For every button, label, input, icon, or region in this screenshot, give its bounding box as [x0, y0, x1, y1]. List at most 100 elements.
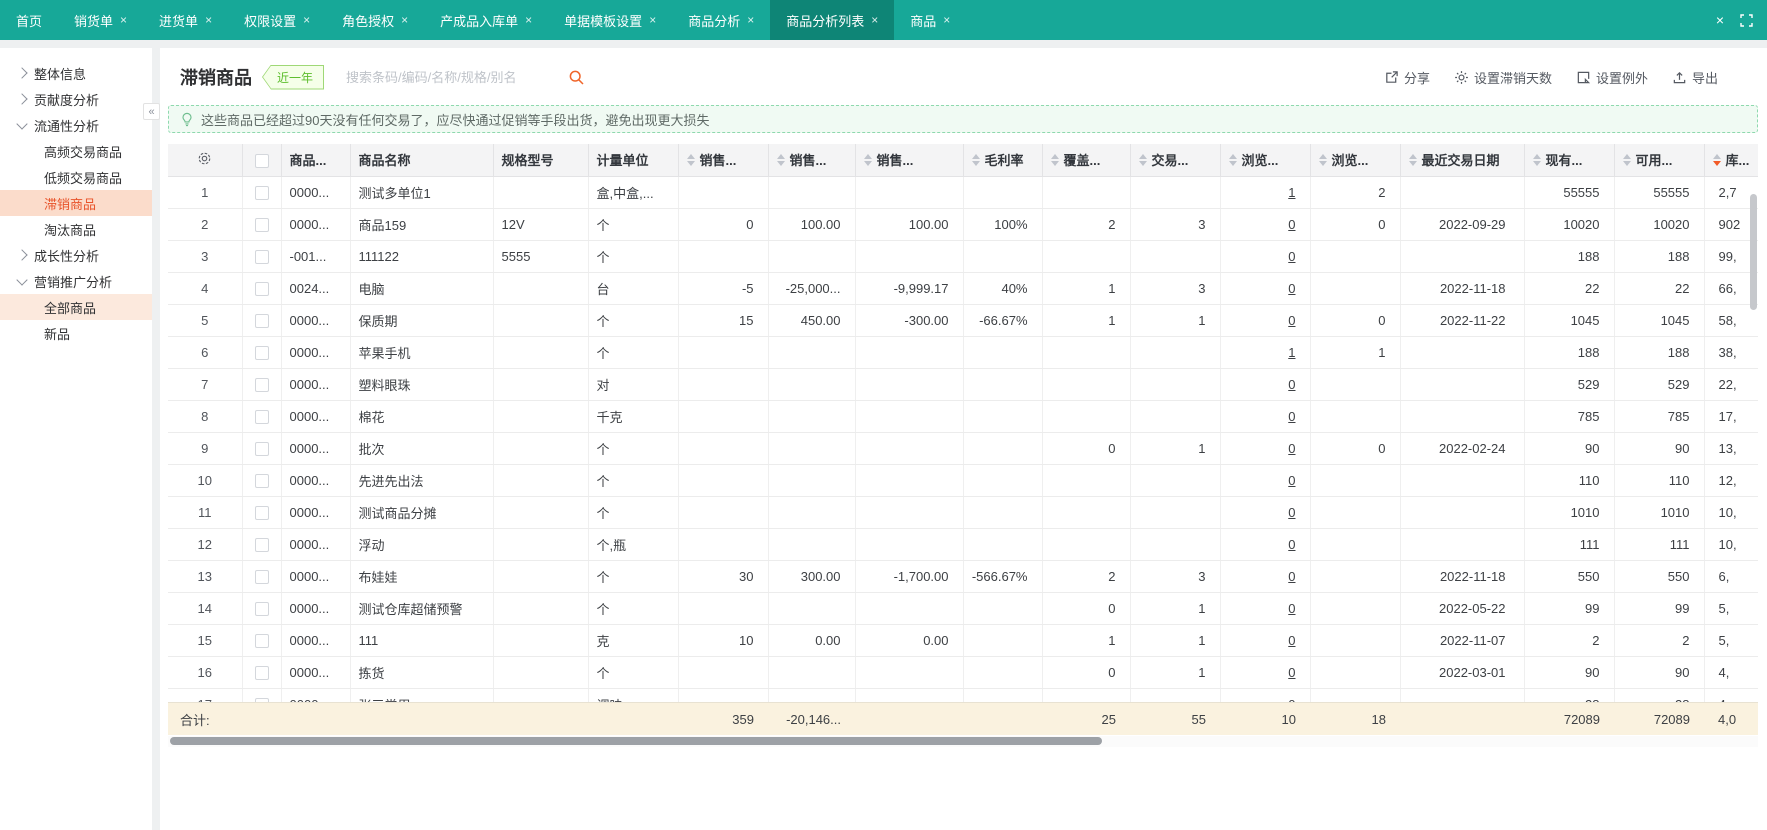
tab-close-icon[interactable]: × — [871, 13, 878, 27]
table-settings-header[interactable] — [168, 144, 243, 177]
row-checkbox[interactable] — [254, 153, 269, 168]
row-checkbox[interactable] — [254, 569, 269, 584]
views-link[interactable]: 0 — [1288, 281, 1295, 296]
search-input[interactable] — [346, 69, 565, 85]
row-checkbox[interactable] — [254, 377, 269, 392]
views-link[interactable]: 0 — [1288, 313, 1295, 328]
fullscreen-icon[interactable] — [1740, 13, 1753, 27]
row-checkbox[interactable] — [254, 505, 269, 520]
row-checkbox[interactable] — [254, 409, 269, 424]
sidebar-item[interactable]: 贡献度分析 — [0, 86, 152, 112]
column-header[interactable]: 浏览... — [1310, 144, 1401, 177]
sidebar-item[interactable]: 滞销商品 — [0, 190, 152, 216]
nav-tab[interactable]: 首页 — [0, 0, 58, 40]
views-link[interactable]: 0 — [1288, 505, 1295, 520]
sort-carets[interactable] — [1408, 153, 1417, 166]
sort-carets[interactable] — [1138, 153, 1147, 166]
sidebar-item[interactable]: 新品 — [0, 320, 152, 346]
share-button[interactable]: 分享 — [1384, 68, 1430, 87]
close-icon[interactable]: × — [1716, 13, 1724, 27]
horizontal-scrollbar-thumb[interactable] — [170, 737, 1102, 745]
tab-close-icon[interactable]: × — [205, 13, 212, 27]
column-header[interactable]: 毛利率 — [963, 144, 1043, 177]
vertical-scrollbar[interactable] — [1750, 194, 1757, 310]
column-header[interactable]: 销售... — [855, 144, 964, 177]
row-checkbox[interactable] — [254, 665, 269, 680]
tab-close-icon[interactable]: × — [120, 13, 127, 27]
sidebar-item[interactable]: 流通性分析 — [0, 112, 152, 138]
views-link[interactable]: 0 — [1288, 697, 1295, 703]
sidebar-item[interactable]: 成长性分析 — [0, 242, 152, 268]
column-header[interactable]: 最近交易日期 — [1400, 144, 1525, 177]
column-header[interactable]: 可用... — [1614, 144, 1705, 177]
set-stagnant-days-button[interactable]: 设置滞销天数 — [1454, 68, 1552, 87]
sidebar-item[interactable]: 全部商品 — [0, 294, 152, 320]
sidebar-collapse-button[interactable]: « — [143, 103, 160, 120]
sort-carets[interactable] — [1712, 153, 1721, 166]
column-header[interactable]: 覆盖... — [1042, 144, 1131, 177]
row-checkbox[interactable] — [254, 313, 269, 328]
views-link[interactable]: 0 — [1288, 249, 1295, 264]
tab-close-icon[interactable]: × — [649, 13, 656, 27]
row-checkbox[interactable] — [254, 697, 269, 702]
nav-tab[interactable]: 角色授权 × — [326, 0, 424, 40]
sidebar-item[interactable]: 营销推广分析 — [0, 268, 152, 294]
views-link[interactable]: 0 — [1288, 665, 1295, 680]
tab-close-icon[interactable]: × — [943, 13, 950, 27]
column-header[interactable]: 现有... — [1524, 144, 1615, 177]
nav-tab[interactable]: 商品分析列表 × — [770, 0, 895, 40]
views-link[interactable]: 0 — [1288, 569, 1295, 584]
sidebar-item[interactable]: 低频交易商品 — [0, 164, 152, 190]
set-exception-button[interactable]: 设置例外 — [1576, 68, 1648, 87]
views-link[interactable]: 0 — [1288, 601, 1295, 616]
column-settings-icon[interactable] — [197, 151, 212, 166]
search-icon[interactable] — [568, 69, 585, 86]
views-link[interactable]: 0 — [1288, 473, 1295, 488]
nav-tab[interactable]: 销货单 × — [58, 0, 143, 40]
views-link[interactable]: 0 — [1288, 441, 1295, 456]
export-button[interactable]: 导出 — [1672, 68, 1718, 87]
row-checkbox[interactable] — [254, 185, 269, 200]
row-checkbox[interactable] — [254, 441, 269, 456]
horizontal-scrollbar-track[interactable] — [168, 736, 1758, 747]
nav-tab[interactable]: 权限设置 × — [228, 0, 326, 40]
column-header[interactable]: 销售... — [768, 144, 856, 177]
sort-carets[interactable] — [863, 153, 872, 166]
sort-carets[interactable] — [1228, 153, 1237, 166]
row-checkbox[interactable] — [254, 601, 269, 616]
nav-tab[interactable]: 商品 × — [894, 0, 966, 40]
nav-tab[interactable]: 单据模板设置 × — [548, 0, 672, 40]
sort-carets[interactable] — [686, 153, 695, 166]
column-header[interactable]: 交易... — [1130, 144, 1221, 177]
column-header[interactable]: 库... — [1704, 144, 1758, 177]
row-checkbox[interactable] — [254, 473, 269, 488]
row-checkbox[interactable] — [254, 633, 269, 648]
column-header[interactable]: 浏览... — [1220, 144, 1311, 177]
row-checkbox[interactable] — [254, 249, 269, 264]
sort-carets[interactable] — [776, 153, 785, 166]
row-checkbox[interactable] — [254, 345, 269, 360]
tab-close-icon[interactable]: × — [747, 13, 754, 27]
views-link[interactable]: 1 — [1288, 185, 1295, 200]
row-checkbox[interactable] — [254, 217, 269, 232]
nav-tab[interactable]: 进货单 × — [143, 0, 228, 40]
column-header[interactable]: 销售... — [678, 144, 769, 177]
nav-tab[interactable]: 产成品入库单 × — [424, 0, 548, 40]
views-link[interactable]: 0 — [1288, 377, 1295, 392]
views-link[interactable]: 0 — [1288, 409, 1295, 424]
tab-close-icon[interactable]: × — [401, 13, 408, 27]
views-link[interactable]: 0 — [1288, 537, 1295, 552]
nav-tab[interactable]: 商品分析 × — [672, 0, 770, 40]
sort-carets[interactable] — [971, 153, 980, 166]
row-checkbox[interactable] — [254, 537, 269, 552]
sort-carets[interactable] — [1318, 153, 1327, 166]
tab-close-icon[interactable]: × — [303, 13, 310, 27]
sort-carets[interactable] — [1622, 153, 1631, 166]
views-link[interactable]: 0 — [1288, 217, 1295, 232]
sort-carets[interactable] — [1532, 153, 1541, 166]
sidebar-item[interactable]: 整体信息 — [0, 60, 152, 86]
views-link[interactable]: 1 — [1288, 345, 1295, 360]
sidebar-item[interactable]: 高频交易商品 — [0, 138, 152, 164]
sidebar-item[interactable]: 淘汰商品 — [0, 216, 152, 242]
tab-close-icon[interactable]: × — [525, 13, 532, 27]
